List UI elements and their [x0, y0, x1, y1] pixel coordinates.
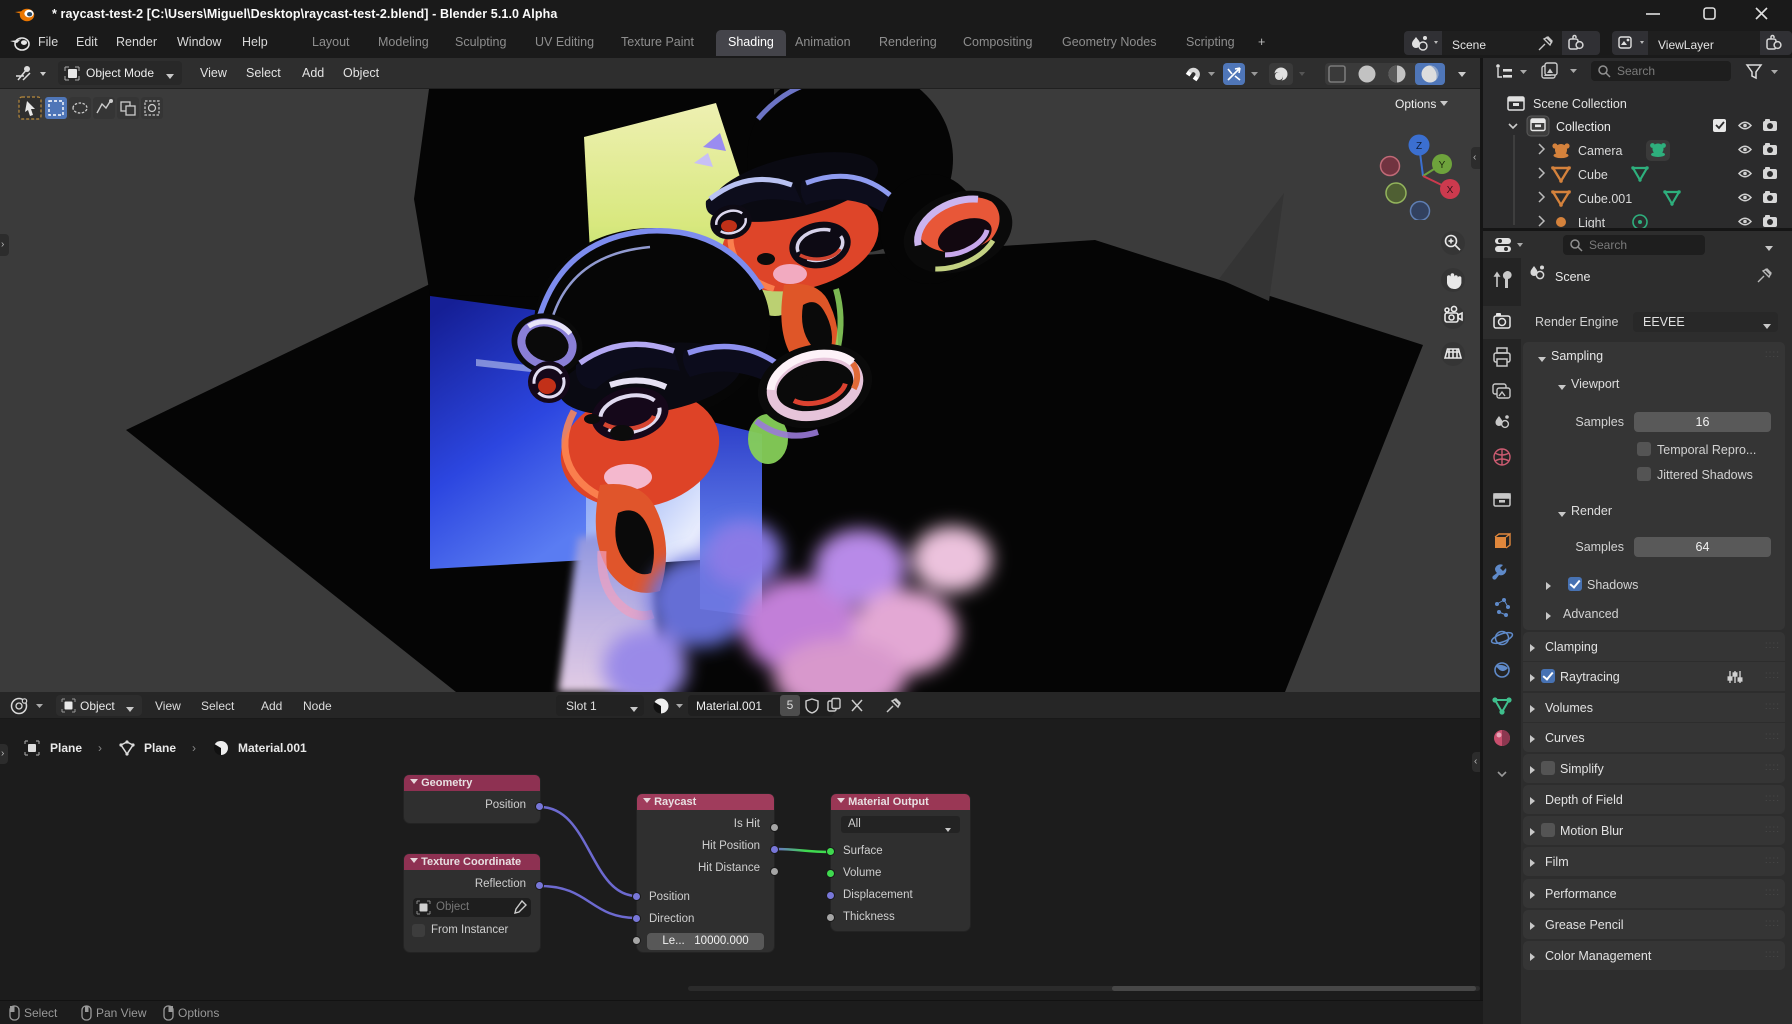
svg-text:Z: Z [1416, 141, 1422, 152]
svg-text:Cube: Cube [1578, 168, 1608, 182]
svg-text:Scene Collection: Scene Collection [1533, 97, 1627, 111]
svg-text:Camera: Camera [1578, 144, 1623, 158]
svg-text:Cube.001: Cube.001 [1578, 192, 1632, 206]
svg-text:Y: Y [1439, 160, 1446, 171]
svg-text:Light: Light [1578, 216, 1606, 228]
svg-text:Collection: Collection [1556, 120, 1611, 134]
svg-text:X: X [1447, 185, 1454, 196]
